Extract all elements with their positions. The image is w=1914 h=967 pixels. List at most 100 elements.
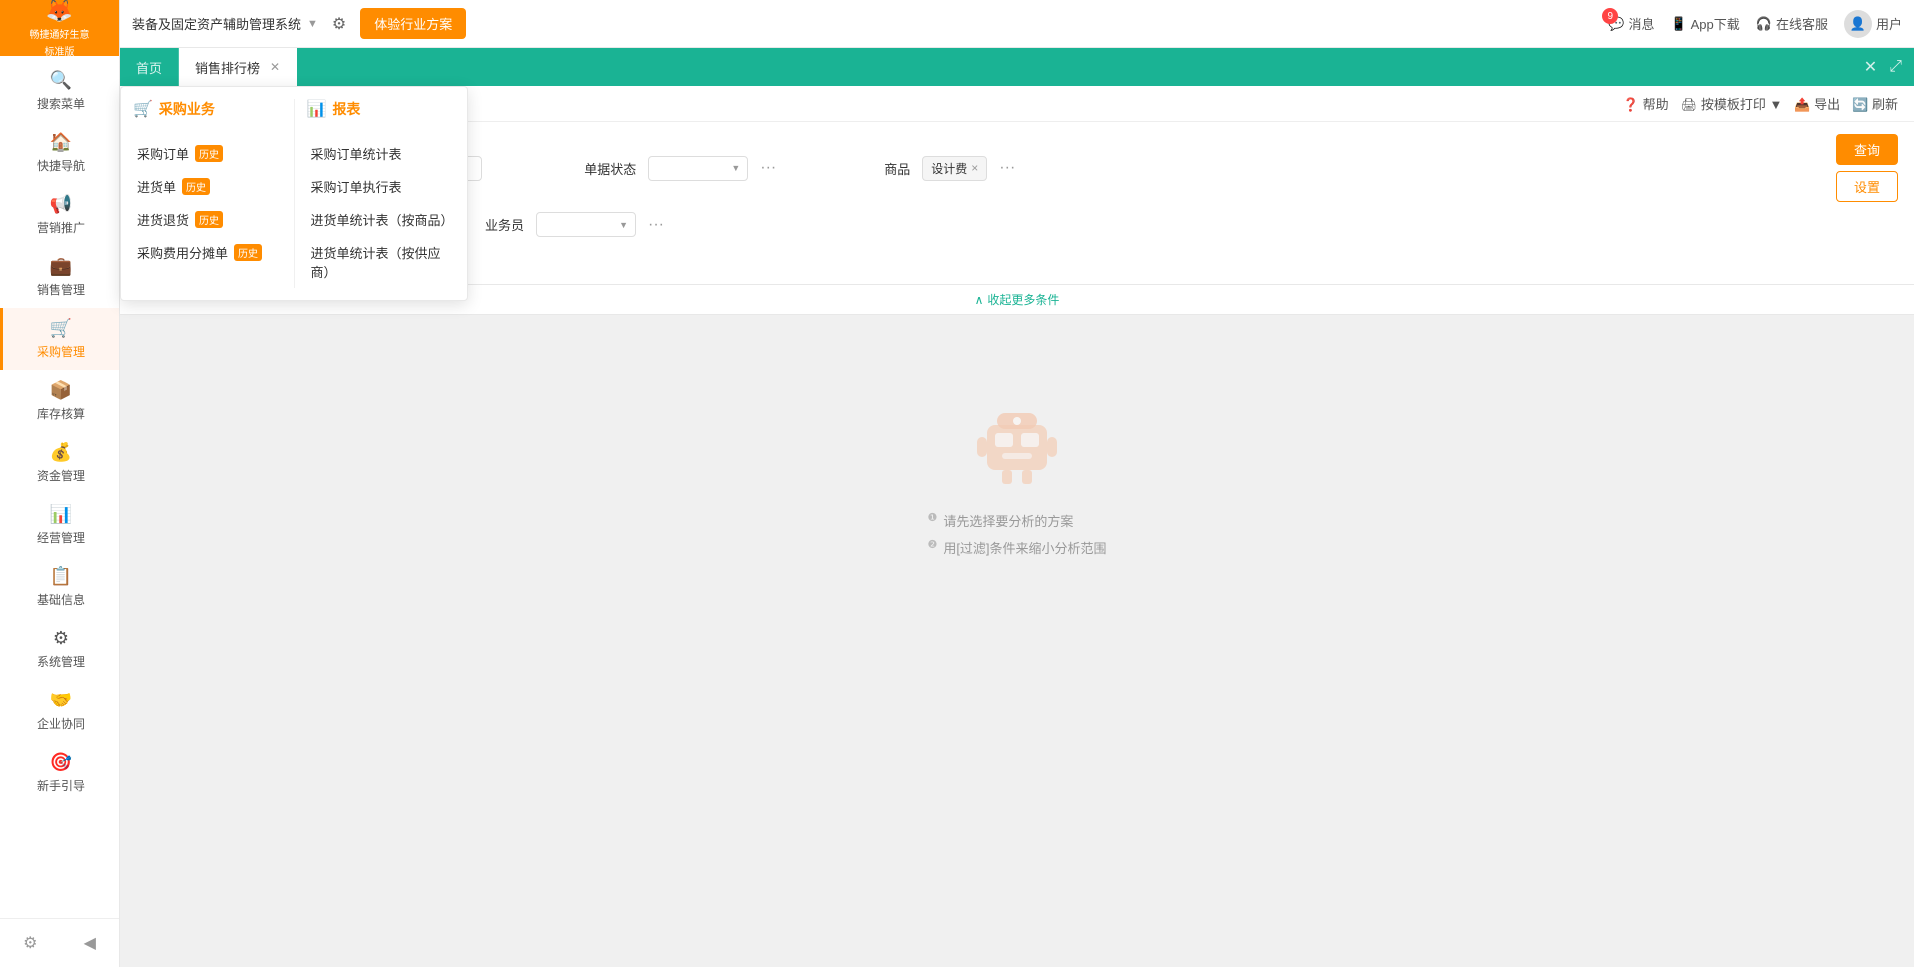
notification-label: 消息: [1628, 14, 1654, 33]
menu-item-purchase-expense[interactable]: 采购费用分摊单 历史: [133, 236, 282, 269]
purchase-menu-title: 采购业务: [159, 99, 215, 119]
sidebar-label-search: 搜索菜单: [37, 95, 85, 112]
tab-home[interactable]: 首页: [120, 48, 179, 86]
tab-close-icon[interactable]: ✕: [270, 60, 280, 74]
tab-sales-rank-label: 销售排行榜: [195, 58, 260, 77]
topbar-dropdown-arrow[interactable]: ▼: [307, 18, 318, 30]
document-status-more[interactable]: ···: [760, 159, 776, 177]
sidebar-item-search[interactable]: 🔍 搜索菜单: [0, 60, 119, 122]
system-title: 装备及固定资产辅助管理系统: [132, 14, 301, 33]
collapse-sidebar-icon[interactable]: ◀: [80, 929, 100, 957]
menu-item-incoming[interactable]: 进货单 历史: [133, 170, 282, 203]
print-icon: 🖨: [1681, 97, 1698, 112]
sidebar-label-operation: 经营管理: [37, 529, 85, 546]
document-status-select[interactable]: [648, 156, 748, 181]
menu-column-purchase: 🛒 采购业务 采购订单 历史 进货单 历史 进货退货 历史 采购费用分摊单 历史: [121, 99, 295, 288]
product-tag-remove[interactable]: ×: [971, 161, 978, 175]
sidebar-footer: ⚙ ◀: [0, 918, 119, 967]
app-download-btn[interactable]: 📱 App下载: [1670, 14, 1739, 33]
refresh-btn[interactable]: 🔄 刷新: [1852, 94, 1898, 113]
purchase-dropdown-menu: 🛒 采购业务 采购订单 历史 进货单 历史 进货退货 历史 采购费用分摊单 历史…: [120, 86, 468, 301]
menu-item-purchase-order[interactable]: 采购订单 历史: [133, 137, 282, 170]
sidebar-item-quick-nav[interactable]: 🏠 快捷导航: [0, 122, 119, 184]
sidebar-item-operation[interactable]: 📊 经营管理: [0, 494, 119, 556]
query-button[interactable]: 查询: [1836, 134, 1898, 165]
menu-column-report: 📊 报表 采购订单统计表 采购订单执行表 进货单统计表（按商品） 进货单统计表（…: [295, 99, 468, 288]
print-dropdown-icon[interactable]: ▼: [1769, 97, 1782, 112]
logo-icon: 🦊: [46, 0, 73, 24]
menu-item-purchase-order-exec[interactable]: 采购订单执行表: [307, 170, 456, 203]
sidebar-label-quick-nav: 快捷导航: [37, 157, 85, 174]
app-download-label: App下载: [1691, 14, 1740, 33]
menu-item-incoming-return[interactable]: 进货退货 历史: [133, 203, 282, 236]
online-service-btn[interactable]: 🎧 在线客服: [1756, 14, 1828, 33]
incoming-badge: 历史: [182, 178, 210, 195]
sidebar-item-system[interactable]: ⚙ 系统管理: [0, 618, 119, 680]
purchase-order-badge: 历史: [195, 145, 223, 162]
document-status-label: 单据状态: [566, 159, 636, 178]
phone-icon: 📱: [1670, 16, 1686, 32]
headset-icon: 🎧: [1756, 16, 1772, 32]
inventory-icon: 📦: [50, 380, 72, 401]
sales-icon: 💼: [50, 256, 72, 277]
filter-actions: ❓ 帮助 🖨 按模板打印 ▼ 📤 导出 🔄 刷新: [1623, 94, 1898, 113]
purchase-icon: 🛒: [50, 318, 72, 339]
sidebar-label-finance: 资金管理: [37, 467, 85, 484]
set-button[interactable]: 设置: [1836, 171, 1898, 202]
sidebar-label-system: 系统管理: [37, 653, 85, 670]
empty-state: 请先选择要分析的方案 用[过滤]条件来缩小分析范围: [120, 315, 1914, 637]
print-btn[interactable]: 🖨 按模板打印 ▼: [1681, 94, 1783, 113]
tabbar-actions: ✕ ⤢: [1860, 48, 1914, 86]
salesperson-select[interactable]: [536, 212, 636, 237]
sidebar-item-finance[interactable]: 💰 资金管理: [0, 432, 119, 494]
sidebar-item-enterprise[interactable]: 🤝 企业协同: [0, 680, 119, 742]
print-label: 按模板打印: [1701, 97, 1766, 112]
user-btn[interactable]: 👤 用户: [1844, 10, 1902, 38]
gear-icon[interactable]: ⚙: [328, 10, 350, 38]
settings-footer-icon[interactable]: ⚙: [19, 929, 41, 957]
help-btn[interactable]: ❓ 帮助: [1623, 94, 1669, 113]
salesperson-more[interactable]: ···: [648, 216, 664, 234]
salesperson-select-wrap: [536, 212, 636, 237]
tab-sales-rank[interactable]: 销售排行榜 ✕: [179, 48, 297, 86]
basic-info-icon: 📋: [50, 566, 72, 587]
empty-tip-2-text: 用[过滤]条件来缩小分析范围: [943, 538, 1106, 557]
incoming-stat-product-label: 进货单统计表（按商品）: [311, 210, 452, 229]
export-btn[interactable]: 📤 导出: [1794, 94, 1840, 113]
tabbar: 首页 销售排行榜 ✕ ✕ ⤢: [120, 48, 1914, 86]
incoming-return-label: 进货退货: [137, 210, 189, 229]
menu-item-purchase-order-stat[interactable]: 采购订单统计表: [307, 137, 456, 170]
home-icon: 🏠: [50, 132, 72, 153]
incoming-stat-supplier-label: 进货单统计表（按供应商）: [311, 243, 452, 281]
menu-item-incoming-stat-supplier[interactable]: 进货单统计表（按供应商）: [307, 236, 456, 288]
product-more[interactable]: ···: [999, 159, 1015, 177]
notification-btn[interactable]: 💬 9 消息: [1608, 14, 1654, 33]
document-status-select-wrap: [648, 156, 748, 181]
sidebar-item-guide[interactable]: 🎯 新手引导: [0, 742, 119, 804]
sidebar-item-purchase[interactable]: 🛒 采购管理: [0, 308, 119, 370]
menu-item-incoming-stat-product[interactable]: 进货单统计表（按商品）: [307, 203, 456, 236]
sidebar-item-inventory[interactable]: 📦 库存核算: [0, 370, 119, 432]
purchase-expense-badge: 历史: [234, 244, 262, 261]
report-menu-icon: 📊: [307, 99, 327, 119]
topbar-right: 💬 9 消息 📱 App下载 🎧 在线客服 👤 用户: [1608, 10, 1902, 38]
sidebar-item-basic-info[interactable]: 📋 基础信息: [0, 556, 119, 618]
tab-home-label: 首页: [136, 58, 162, 77]
report-menu-title: 报表: [332, 99, 360, 119]
empty-illustration: [967, 395, 1067, 495]
purchase-order-exec-label: 采购订单执行表: [311, 177, 402, 196]
sidebar: 🦊 畅捷通好生意 标准版 🔍 搜索菜单 🏠 快捷导航 📢 营销推广 💼 销售管理…: [0, 0, 120, 967]
marketing-icon: 📢: [50, 194, 72, 215]
window-expand-icon[interactable]: ⤢: [1885, 54, 1906, 80]
sidebar-item-sales[interactable]: 💼 销售管理: [0, 246, 119, 308]
finance-icon: 💰: [50, 442, 72, 463]
purchase-menu-icon: 🛒: [133, 99, 153, 119]
refresh-label: 刷新: [1872, 97, 1898, 112]
industry-btn[interactable]: 体验行业方案: [360, 8, 466, 39]
menu-section-purchase-title: 🛒 采购业务: [133, 99, 282, 125]
purchase-expense-label: 采购费用分摊单: [137, 243, 228, 262]
sidebar-item-marketing[interactable]: 📢 营销推广: [0, 184, 119, 246]
online-service-label: 在线客服: [1776, 14, 1828, 33]
window-close-icon[interactable]: ✕: [1860, 53, 1881, 81]
product-tag-label: 设计费: [931, 160, 967, 177]
